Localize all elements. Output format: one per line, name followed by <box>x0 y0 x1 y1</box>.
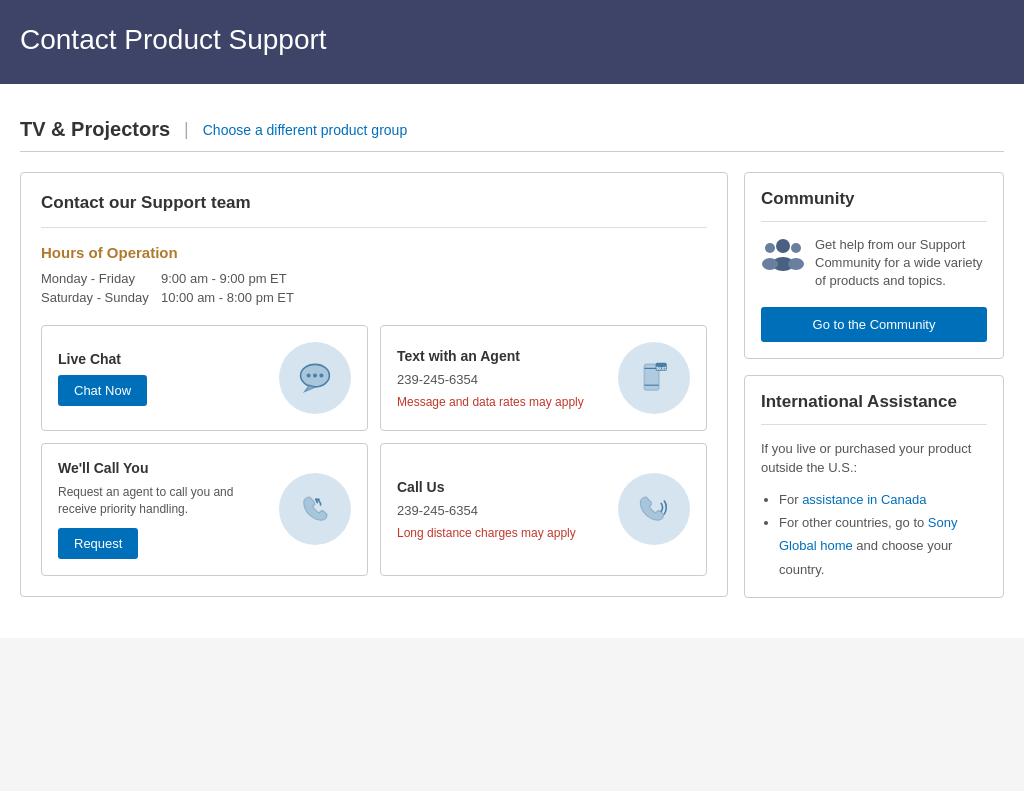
svg-point-4 <box>319 374 323 378</box>
support-panel-title: Contact our Support team <box>41 193 707 228</box>
svg-point-16 <box>791 243 801 253</box>
international-title: International Assistance <box>761 392 987 425</box>
intl-canada-item: For assistance in Canada <box>779 488 987 511</box>
community-body: Get help from our Support Community for … <box>761 236 987 291</box>
svg-marker-6 <box>305 385 316 391</box>
intl-canada-prefix: For <box>779 492 802 507</box>
svg-point-2 <box>307 374 311 378</box>
text-agent-phone: 239-245-6354 <box>397 372 608 387</box>
mobile-text-icon-circle: text <box>618 342 690 414</box>
hours-row-weekday: Monday - Friday 9:00 am - 9:00 pm ET <box>41 271 707 286</box>
live-chat-label: Live Chat <box>58 351 269 367</box>
chat-now-button[interactable]: Chat Now <box>58 375 147 406</box>
call-you-card: We'll Call You Request an agent to call … <box>41 443 368 576</box>
hours-row-weekend: Saturday - Sunday 10:00 am - 8:00 pm ET <box>41 290 707 305</box>
intl-other-prefix: For other countries, go to <box>779 515 928 530</box>
community-card: Community Get help from our Support Comm… <box>744 172 1004 359</box>
call-us-label: Call Us <box>397 479 608 495</box>
main-content: TV & Projectors | Choose a different pro… <box>0 84 1024 638</box>
call-us-content: Call Us 239-245-6354 Long distance charg… <box>397 479 608 540</box>
text-agent-card: Text with an Agent 239-245-6354 Message … <box>380 325 707 431</box>
chat-bubble-icon <box>295 358 335 398</box>
weekday-label: Monday - Friday <box>41 271 161 286</box>
community-description: Get help from our Support Community for … <box>815 236 987 291</box>
phone-waves-icon <box>634 489 674 529</box>
call-us-card: Call Us 239-245-6354 Long distance charg… <box>380 443 707 576</box>
call-you-content: We'll Call You Request an agent to call … <box>58 460 269 559</box>
request-button[interactable]: Request <box>58 528 138 559</box>
content-layout: Contact our Support team Hours of Operat… <box>20 172 1004 598</box>
svg-point-3 <box>313 374 317 378</box>
support-grid: Live Chat Chat Now <box>41 325 707 576</box>
weekday-time: 9:00 am - 9:00 pm ET <box>161 271 287 286</box>
breadcrumb-divider: | <box>184 119 189 140</box>
breadcrumb: TV & Projectors | Choose a different pro… <box>20 104 1004 152</box>
go-to-community-button[interactable]: Go to the Community <box>761 307 987 342</box>
international-description: If you live or purchased your product ou… <box>761 439 987 478</box>
chat-icon-circle <box>279 342 351 414</box>
live-chat-card: Live Chat Chat Now <box>41 325 368 431</box>
page-title: Contact Product Support <box>20 24 1004 56</box>
call-you-label: We'll Call You <box>58 460 269 476</box>
call-us-phone: 239-245-6354 <box>397 503 608 518</box>
left-panel: Contact our Support team Hours of Operat… <box>20 172 728 597</box>
phone-return-icon-circle <box>279 473 351 545</box>
category-label: TV & Projectors <box>20 118 170 141</box>
intl-other-item: For other countries, go to Sony Global h… <box>779 511 987 581</box>
hours-table: Monday - Friday 9:00 am - 9:00 pm ET Sat… <box>41 271 707 305</box>
international-list: For assistance in Canada For other count… <box>779 488 987 582</box>
text-agent-note: Message and data rates may apply <box>397 395 608 409</box>
text-agent-label: Text with an Agent <box>397 348 608 364</box>
svg-point-14 <box>765 243 775 253</box>
people-icon <box>761 236 805 276</box>
weekend-time: 10:00 am - 8:00 pm ET <box>161 290 294 305</box>
international-card: International Assistance If you live or … <box>744 375 1004 599</box>
intl-canada-link[interactable]: assistance in Canada <box>802 492 926 507</box>
svg-point-17 <box>788 258 804 270</box>
weekend-label: Saturday - Sunday <box>41 290 161 305</box>
phone-return-icon <box>295 489 335 529</box>
phone-waves-icon-circle <box>618 473 690 545</box>
page-header: Contact Product Support <box>0 0 1024 84</box>
svg-point-12 <box>776 239 790 253</box>
mobile-text-icon: text <box>634 358 674 398</box>
right-panel: Community Get help from our Support Comm… <box>744 172 1004 598</box>
community-title: Community <box>761 189 987 222</box>
call-us-note: Long distance charges may apply <box>397 526 608 540</box>
hours-title: Hours of Operation <box>41 244 707 261</box>
change-product-group-link[interactable]: Choose a different product group <box>203 122 407 138</box>
call-you-desc: Request an agent to call you and receive… <box>58 484 269 518</box>
svg-text:text: text <box>656 365 666 371</box>
text-agent-content: Text with an Agent 239-245-6354 Message … <box>397 348 608 409</box>
svg-point-15 <box>762 258 778 270</box>
live-chat-content: Live Chat Chat Now <box>58 351 269 406</box>
